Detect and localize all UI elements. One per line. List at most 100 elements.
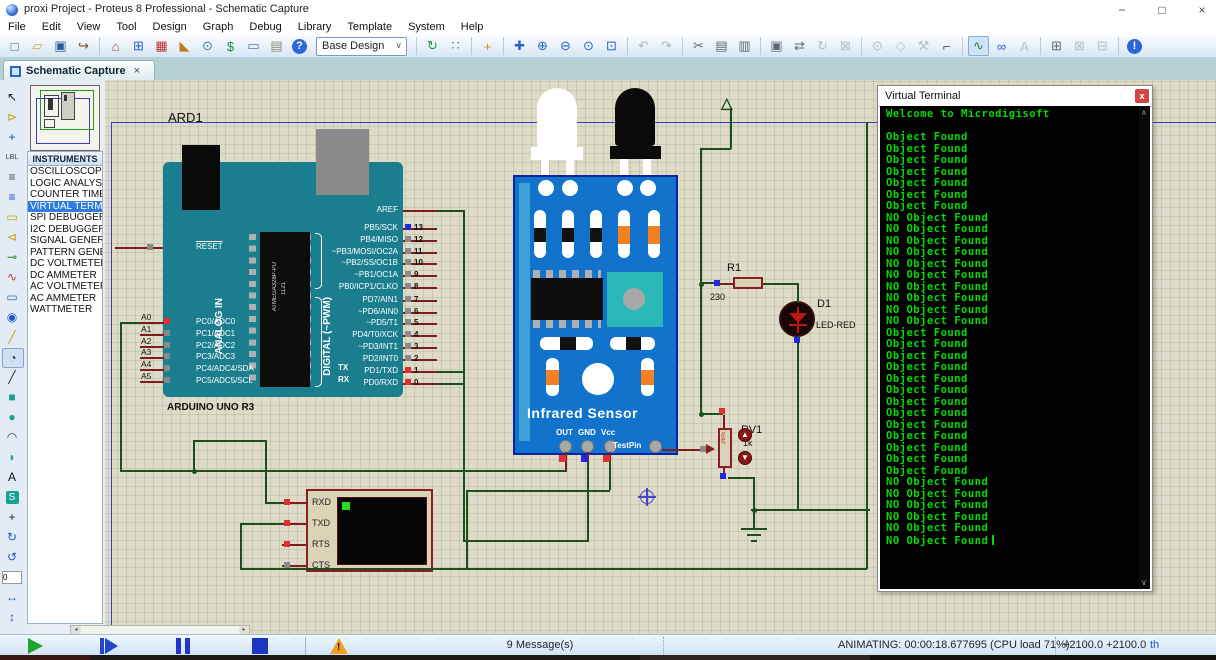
2d-text-mode-icon[interactable]: A xyxy=(2,468,22,486)
decompose-icon[interactable]: ⌐ xyxy=(936,36,957,56)
new-project-icon[interactable]: □ xyxy=(4,36,25,56)
design-notes-icon[interactable]: ▤ xyxy=(266,36,287,56)
copy-icon[interactable]: ▤ xyxy=(711,36,732,56)
home-page-icon[interactable]: ⌂ xyxy=(105,36,126,56)
instrument-logic-analyser[interactable]: LOGIC ANALYSER xyxy=(28,178,102,190)
maximize-button[interactable]: □ xyxy=(1140,0,1184,20)
instrument-signal-generator[interactable]: SIGNAL GENERATOR xyxy=(28,235,102,247)
menu-view[interactable]: View xyxy=(69,20,109,35)
instrument-i2c-debugger[interactable]: I2C DEBUGGER xyxy=(28,224,102,236)
menu-tool[interactable]: Tool xyxy=(108,20,144,35)
scroll-down-icon[interactable]: ∨ xyxy=(1141,578,1147,587)
zoom-in-icon[interactable]: ⊕ xyxy=(532,36,553,56)
instrument-counter-timer[interactable]: COUNTER TIMER xyxy=(28,189,102,201)
2d-circle-mode-icon[interactable]: ● xyxy=(2,408,22,426)
pan-icon[interactable]: ✚ xyxy=(509,36,530,56)
instrument-pattern-generator[interactable]: PATTERN GENERATOR xyxy=(28,247,102,259)
terminal-close-button[interactable]: x xyxy=(1135,89,1149,103)
refresh-display-icon[interactable]: ↻ xyxy=(422,36,443,56)
generator-mode-icon[interactable]: ◉ xyxy=(2,308,22,326)
voltage-probe-mode-icon[interactable]: ╱ xyxy=(2,328,22,346)
electrical-rule-check-icon[interactable]: ! xyxy=(1127,38,1142,54)
virtual-instruments-mode-icon[interactable]: ◔ xyxy=(2,348,24,368)
play-button[interactable] xyxy=(28,638,43,654)
instrument-dc-voltmeter[interactable]: DC VOLTMETER xyxy=(28,258,102,270)
r1-resistor[interactable] xyxy=(733,277,763,289)
block-copy-icon[interactable]: ▣ xyxy=(766,36,787,56)
wire-autorouter-icon[interactable]: ∿ xyxy=(968,36,989,56)
rotate-anticlockwise-icon[interactable]: ↺ xyxy=(2,548,22,566)
tape-recorder-mode-icon[interactable]: ▭ xyxy=(2,288,22,306)
2d-box-mode-icon[interactable]: ■ xyxy=(2,388,22,406)
junction-dot-mode-icon[interactable]: + xyxy=(2,128,22,146)
stop-button[interactable] xyxy=(252,638,268,654)
rv1-decrease-button[interactable]: ▼ xyxy=(738,451,752,465)
close-button[interactable]: × xyxy=(1180,0,1216,20)
scroll-up-icon[interactable]: ∧ xyxy=(1141,108,1147,117)
pause-button-bar2[interactable] xyxy=(185,638,190,654)
save-project-icon[interactable]: ▣ xyxy=(50,36,71,56)
wire-label-mode-icon[interactable]: LBL xyxy=(2,148,22,166)
cut-icon[interactable]: ✂ xyxy=(688,36,709,56)
component-mode-icon[interactable]: ⊳ xyxy=(2,108,22,126)
instrument-dc-ammeter[interactable]: DC AMMETER xyxy=(28,270,102,282)
new-sheet-icon[interactable]: ⊞ xyxy=(1046,36,1067,56)
d1-led[interactable] xyxy=(779,301,815,337)
flip-vertical-icon[interactable]: ↕ xyxy=(2,608,22,626)
menu-edit[interactable]: Edit xyxy=(34,20,69,35)
3d-visualizer-icon[interactable]: ◣ xyxy=(174,36,195,56)
zoom-out-icon[interactable]: ⊖ xyxy=(555,36,576,56)
selection-mode-icon[interactable]: ↖ xyxy=(2,88,22,106)
instrument-ac-ammeter[interactable]: AC AMMETER xyxy=(28,293,102,305)
tab-close-icon[interactable]: × xyxy=(134,65,140,77)
design-explorer-icon[interactable]: ⊙ xyxy=(197,36,218,56)
help-icon[interactable]: ? xyxy=(292,38,307,54)
text-script-mode-icon[interactable]: ≡ xyxy=(2,168,22,186)
2d-arc-mode-icon[interactable]: ◠ xyxy=(2,428,22,446)
angle-input[interactable] xyxy=(2,568,22,586)
sensor-testpin-pad[interactable] xyxy=(649,440,662,453)
terminal-title-bar[interactable]: Virtual Terminal x xyxy=(878,86,1152,107)
dropdown-arrow-icon[interactable]: ∨ xyxy=(395,40,402,51)
tab-schematic-capture[interactable]: Schematic Capture × xyxy=(3,60,155,81)
origin-icon[interactable]: + xyxy=(477,36,498,56)
terminals-mode-icon[interactable]: ⊲ xyxy=(2,228,22,246)
menu-graph[interactable]: Graph xyxy=(195,20,242,35)
subcircuit-mode-icon[interactable]: ▭ xyxy=(2,208,22,226)
menu-system[interactable]: System xyxy=(400,20,453,35)
2d-marker-mode-icon[interactable]: + xyxy=(2,508,22,526)
rv1-increase-button[interactable]: ▲ xyxy=(738,428,752,442)
open-project-icon[interactable]: ▱ xyxy=(27,36,48,56)
menu-library[interactable]: Library xyxy=(290,20,340,35)
device-pins-mode-icon[interactable]: ⊸ xyxy=(2,248,22,266)
paste-icon[interactable]: ▥ xyxy=(734,36,755,56)
menu-debug[interactable]: Debug xyxy=(241,20,289,35)
flip-horizontal-icon[interactable]: ↔ xyxy=(2,588,22,606)
virtual-terminal-window[interactable]: Virtual Terminal x Welcome to Microdigis… xyxy=(877,85,1153,592)
menu-help[interactable]: Help xyxy=(453,20,492,35)
instrument-spi-debugger[interactable]: SPI DEBUGGER xyxy=(28,212,102,224)
message-count[interactable]: 9 Message(s) xyxy=(420,639,660,651)
zoom-all-icon[interactable]: ⊙ xyxy=(578,36,599,56)
vsm-studio-icon[interactable]: ▭ xyxy=(243,36,264,56)
2d-symbol-mode-icon[interactable]: S xyxy=(2,488,22,506)
menu-template[interactable]: Template xyxy=(339,20,400,35)
terminal-scrollbar[interactable]: ∧ ∨ xyxy=(1139,106,1150,589)
overview-thumbnail[interactable] xyxy=(30,85,100,151)
2d-path-mode-icon[interactable]: ◗ xyxy=(2,448,22,466)
graph-mode-icon[interactable]: ∿ xyxy=(2,268,22,286)
instrument-virtual-terminal[interactable]: VIRTUAL TERMINAL xyxy=(28,200,102,212)
menu-file[interactable]: File xyxy=(0,20,34,35)
buses-mode-icon[interactable]: ≡ xyxy=(2,188,22,206)
search-and-tag-icon[interactable]: ∞ xyxy=(991,36,1012,56)
pause-button[interactable] xyxy=(176,638,181,654)
rotate-clockwise-icon[interactable]: ↻ xyxy=(2,528,22,546)
bill-of-materials-icon[interactable]: $ xyxy=(220,36,241,56)
base-design-dropdown[interactable]: Base Design ∨ xyxy=(316,36,407,56)
instrument-wattmeter[interactable]: WATTMETER xyxy=(28,304,102,316)
2d-line-mode-icon[interactable]: ╱ xyxy=(2,368,22,386)
import-project-icon[interactable]: ↪ xyxy=(73,36,94,56)
instrument-ac-voltmeter[interactable]: AC VOLTMETER xyxy=(28,281,102,293)
block-move-icon[interactable]: ⇄ xyxy=(789,36,810,56)
rotation-angle-input[interactable] xyxy=(2,570,22,584)
